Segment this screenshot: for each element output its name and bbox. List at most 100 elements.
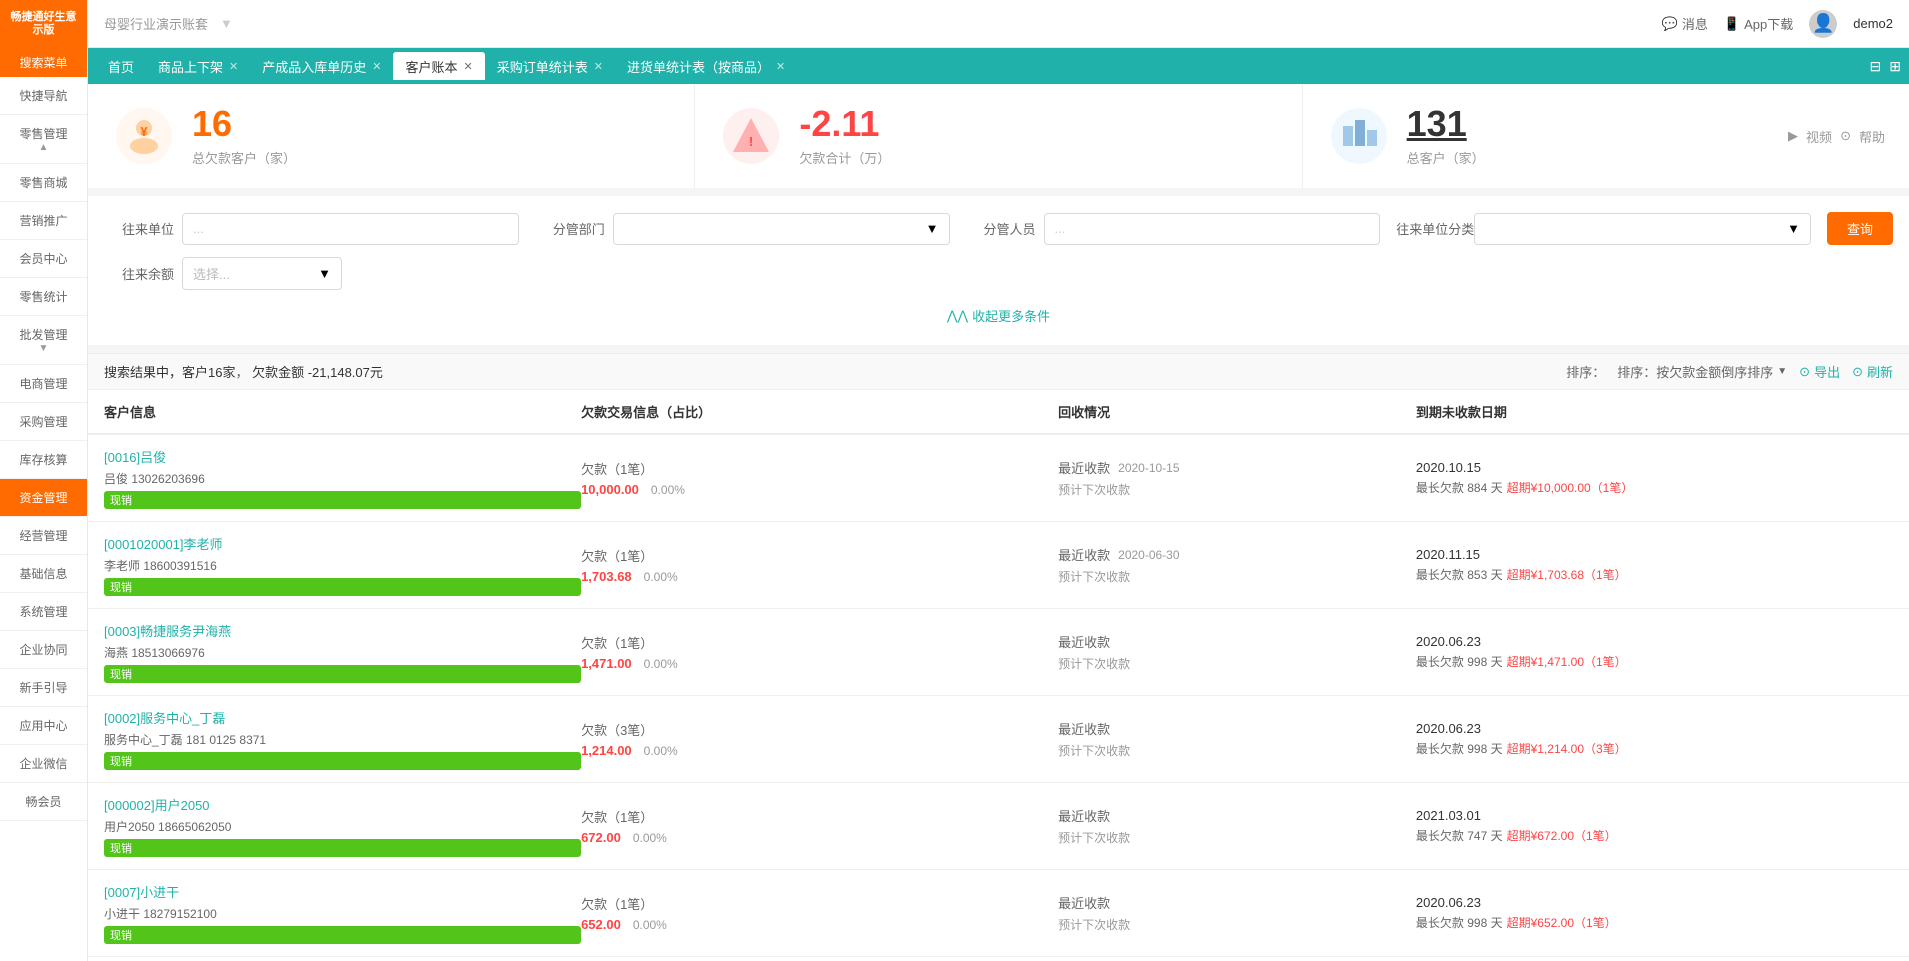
debt-label-2: 欠款（1笔）: [581, 633, 1058, 652]
close-icon[interactable]: ✕: [594, 60, 603, 73]
minimize-icon[interactable]: ⊟: [1870, 58, 1882, 75]
query-button[interactable]: 查询: [1827, 212, 1893, 245]
help-label[interactable]: 帮助: [1859, 127, 1885, 146]
dept-select[interactable]: ▼: [613, 213, 950, 245]
debt-label-5: 欠款（1笔）: [581, 894, 1058, 913]
tabbar: 首页 商品上下架 ✕ 产成品入库单历史 ✕ 客户账本 ✕ 采购订单统计表 ✕ 进…: [88, 48, 1909, 84]
stat-info-debt: -2.11 欠款合计（万）: [799, 106, 1277, 167]
close-icon[interactable]: ✕: [464, 60, 473, 73]
person-value: ...: [1055, 221, 1066, 236]
person-input[interactable]: ...: [1044, 213, 1381, 245]
sidebar-item-retail-mall[interactable]: 零售商城: [0, 164, 87, 202]
sidebar-item-retail-mgmt[interactable]: 零售管理 ▲: [0, 115, 87, 164]
logo-text-line1: 畅捷通好生意: [11, 11, 77, 24]
recovery-date-1: 2020-06-30: [1118, 548, 1179, 562]
stat-label-total: 总客户（家）: [1407, 148, 1772, 167]
recovery-label-5: 最近收款: [1058, 893, 1110, 912]
stat-card-total: 131 总客户（家） ▶ 视频 ⊙ 帮助: [1303, 84, 1909, 188]
sidebar-item-system[interactable]: 系统管理: [0, 593, 87, 631]
due-date-5: 2020.06.23: [1416, 895, 1893, 910]
overdue-link-4[interactable]: 超期¥672.00（1笔）: [1507, 827, 1617, 844]
tab-purchase-order[interactable]: 采购订单统计表 ✕: [485, 52, 615, 80]
tab-purchase-stats[interactable]: 进货单统计表（按商品） ✕: [615, 52, 797, 80]
sidebar-item-label: 会员中心: [8, 250, 79, 267]
recovery-label-2: 最近收款: [1058, 632, 1110, 651]
table-container: 客户信息 欠款交易信息（占比） 回收情况 到期未收款日期 [0016]吕俊 吕俊…: [88, 390, 1909, 961]
close-icon[interactable]: ✕: [776, 60, 785, 73]
sidebar-item-member[interactable]: 会员中心: [0, 240, 87, 278]
sidebar-item-label: 库存核算: [8, 451, 79, 468]
overdue-link-2[interactable]: 超期¥1,471.00（1笔）: [1507, 653, 1627, 670]
sidebar-item-enterprise-collab[interactable]: 企业协同: [0, 631, 87, 669]
main-area: 母婴行业演示账套 ▼ 💬 消息 📱 App下载 👤 demo2 首页 商品上下架…: [88, 0, 1909, 961]
sidebar-item-ecommerce[interactable]: 电商管理: [0, 365, 87, 403]
debt-label-4: 欠款（1笔）: [581, 807, 1058, 826]
sidebar-item-app-center[interactable]: 应用中心: [0, 707, 87, 745]
collapse-button[interactable]: ⋀⋀ 收起更多条件: [943, 302, 1054, 329]
close-icon[interactable]: ✕: [372, 60, 381, 73]
col-header-debt: 欠款交易信息（占比）: [581, 402, 1058, 421]
export-button[interactable]: ⊙ 导出: [1799, 362, 1840, 381]
recovery-info-0: 最近收款 2020-10-15 预计下次收款: [1058, 458, 1416, 498]
customer-name-2[interactable]: [0003]畅捷服务尹海燕: [104, 621, 581, 640]
avatar[interactable]: 👤: [1809, 10, 1837, 38]
debt-label-0: 欠款（1笔）: [581, 459, 1058, 478]
overdue-link-5[interactable]: 超期¥652.00（1笔）: [1507, 914, 1617, 931]
due-info-3: 2020.06.23 最长欠款 998 天 超期¥1,214.00（3笔）: [1416, 721, 1893, 757]
overdue-link-1[interactable]: 超期¥1,703.68（1笔）: [1507, 566, 1627, 583]
due-date-1: 2020.11.15: [1416, 547, 1893, 562]
tab-home[interactable]: 首页: [96, 52, 146, 80]
result-info: 搜索结果中，客户16家， 欠款金额 -21,148.07元: [104, 362, 383, 381]
sidebar-item-basic-info[interactable]: 基础信息: [0, 555, 87, 593]
sort-select[interactable]: 排序：按欠款金额倒序排序 ▼: [1617, 362, 1787, 381]
sidebar-item-member-plus[interactable]: 畅会员: [0, 783, 87, 821]
video-label[interactable]: 视频: [1806, 127, 1832, 146]
balance-select[interactable]: 选择... ▼: [182, 257, 342, 290]
due-info-1: 2020.11.15 最长欠款 853 天 超期¥1,703.68（1笔）: [1416, 547, 1893, 583]
overdue-link-0[interactable]: 超期¥10,000.00（1笔）: [1507, 479, 1634, 496]
recovery-next-2: 预计下次收款: [1058, 655, 1416, 672]
sidebar-item-inventory[interactable]: 库存核算: [0, 441, 87, 479]
quick-nav-button[interactable]: 快捷导航: [0, 77, 87, 115]
sidebar-item-marketing[interactable]: 营销推广: [0, 202, 87, 240]
overdue-link-3[interactable]: 超期¥1,214.00（3笔）: [1507, 740, 1627, 757]
sidebar-item-retail-stats[interactable]: 零售统计: [0, 278, 87, 316]
tab-products[interactable]: 商品上下架 ✕: [146, 52, 250, 80]
customer-name-5[interactable]: [0007]小进干: [104, 882, 581, 901]
customer-name-0[interactable]: [0016]吕俊: [104, 447, 581, 466]
unit-class-select[interactable]: ▼: [1474, 213, 1811, 245]
debt-label-1: 欠款（1笔）: [581, 546, 1058, 565]
customer-name-4[interactable]: [000002]用户2050: [104, 795, 581, 814]
from-unit-input[interactable]: ...: [182, 213, 519, 245]
debt-info-4: 欠款（1笔） 672.00 0.00%: [581, 807, 1058, 845]
debt-ratio-0: 0.00%: [651, 483, 685, 497]
sidebar-item-label: 系统管理: [8, 603, 79, 620]
due-info-4: 2021.03.01 最长欠款 747 天 超期¥672.00（1笔）: [1416, 808, 1893, 844]
filter-area: 往来单位 ... 分管部门 ▼ 分管人员 ...: [88, 196, 1909, 345]
sidebar-item-capital[interactable]: 资金管理: [0, 479, 87, 517]
maximize-icon[interactable]: ⊞: [1889, 58, 1901, 75]
due-info-2: 2020.06.23 最长欠款 998 天 超期¥1,471.00（1笔）: [1416, 634, 1893, 670]
refresh-button[interactable]: ⊙ 刷新: [1852, 362, 1893, 381]
debt-ratio-3: 0.00%: [644, 744, 678, 758]
customer-info-3: [0002]服务中心_丁磊 服务中心_丁磊 181 0125 8371 现销: [104, 708, 581, 770]
close-icon[interactable]: ✕: [229, 60, 238, 73]
dropdown-icon: ▼: [220, 16, 233, 31]
customer-name-1[interactable]: [0001020001]李老师: [104, 534, 581, 553]
sidebar-item-enterprise-wechat[interactable]: 企业微信: [0, 745, 87, 783]
customer-name-3[interactable]: [0002]服务中心_丁磊: [104, 708, 581, 727]
sidebar-item-business[interactable]: 经营管理: [0, 517, 87, 555]
tab-production[interactable]: 产成品入库单历史 ✕: [250, 52, 393, 80]
tab-customer-account[interactable]: 客户账本 ✕: [393, 52, 484, 80]
sidebar-item-purchase-mgmt[interactable]: 采购管理: [0, 403, 87, 441]
collapse-label: 收起更多条件: [972, 306, 1050, 325]
person-label: 分管人员: [966, 219, 1036, 238]
app-download-button[interactable]: 📱 App下载: [1724, 14, 1793, 33]
sidebar-item-new-guide[interactable]: 新手引导: [0, 669, 87, 707]
search-menu-button[interactable]: 搜索菜单: [0, 48, 87, 77]
sort-value: 排序：按欠款金额倒序排序: [1617, 362, 1773, 381]
message-button[interactable]: 💬 消息: [1662, 14, 1708, 33]
sidebar-item-batch-mgmt[interactable]: 批发管理 ▼: [0, 316, 87, 365]
debt-amount-2: 1,471.00: [581, 656, 632, 671]
avatar-image: 👤: [1812, 13, 1834, 34]
